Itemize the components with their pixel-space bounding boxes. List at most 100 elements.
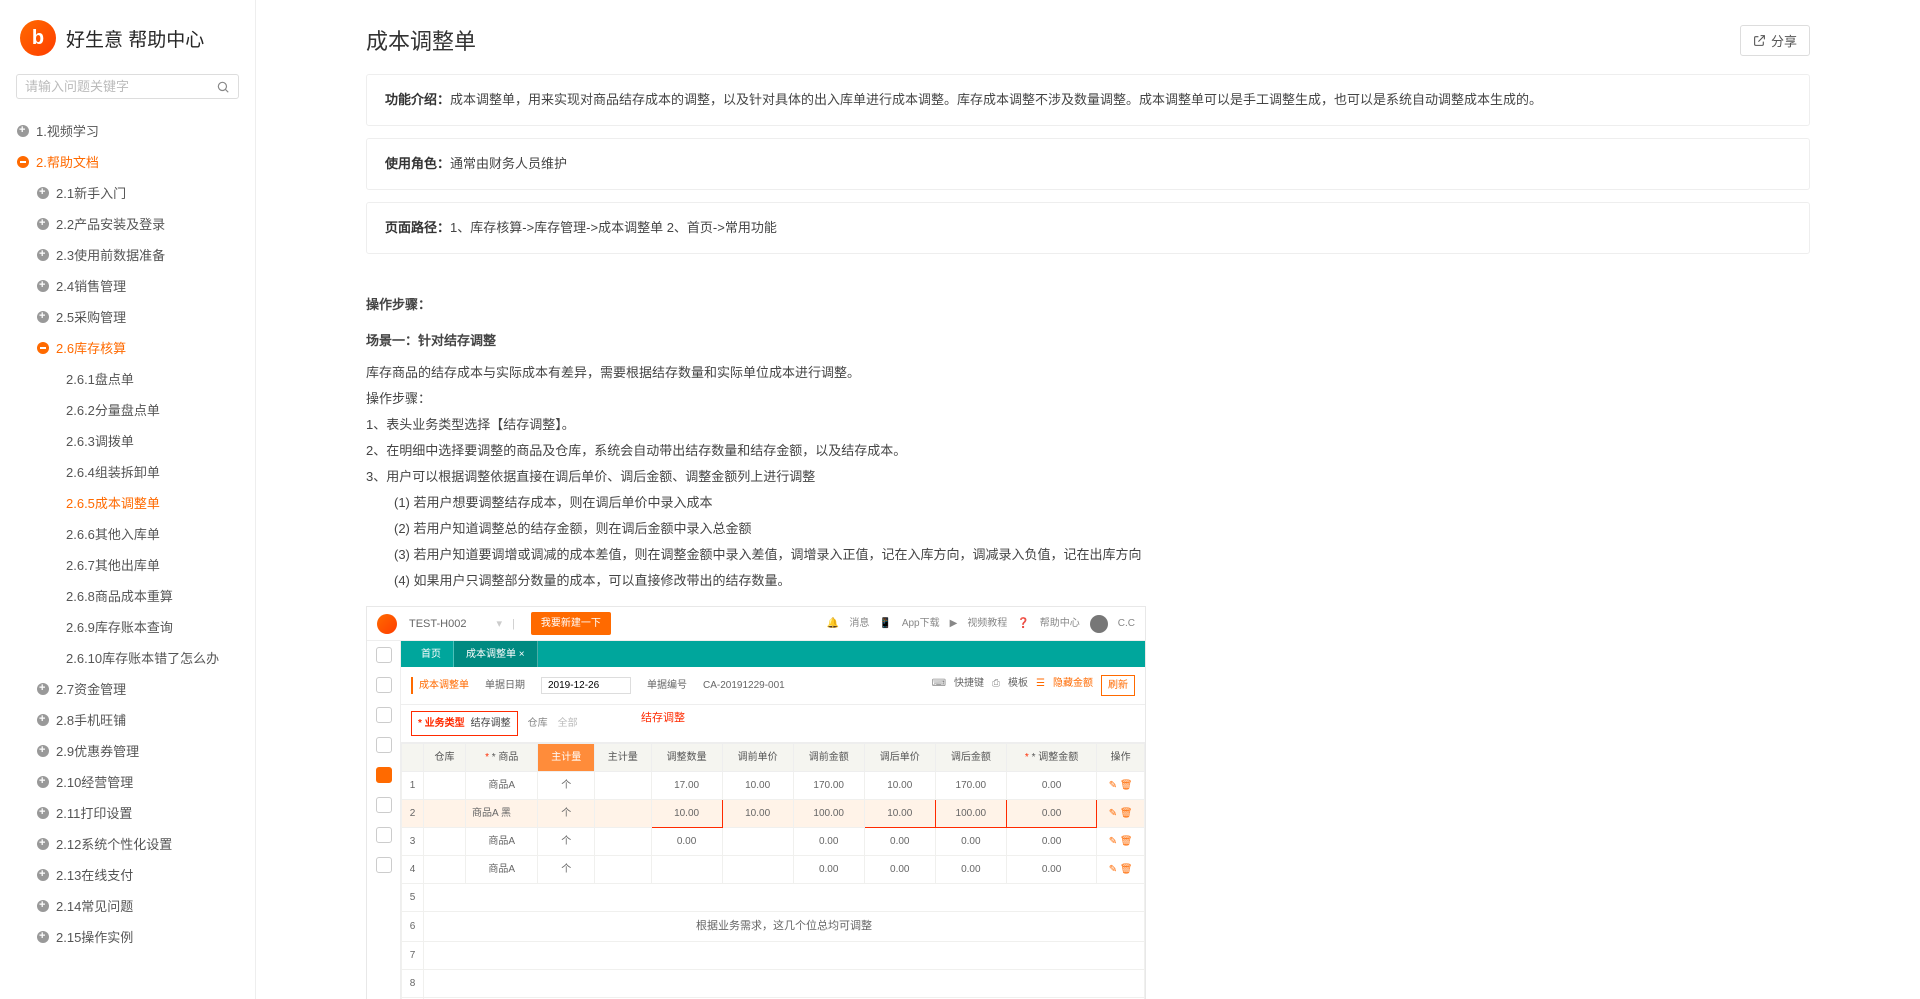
nav-item[interactable]: 2.1新手入门 (0, 177, 255, 208)
nav-label: 2.7资金管理 (56, 679, 126, 698)
plus-icon (36, 744, 50, 758)
nav-item[interactable]: 2.6.8商品成本重算 (0, 580, 255, 611)
ss-topbar: TEST-H002 ▾ | 我要新建一下 🔔消息 📱App下载 ▶视频教程 ❓帮… (367, 607, 1145, 641)
table-row: 8 (402, 970, 1145, 998)
nav-item[interactable]: 2.10经营管理 (0, 766, 255, 797)
plus-icon (36, 248, 50, 262)
nav-item[interactable]: 2.5采购管理 (0, 301, 255, 332)
intro-text: 成本调整单，用来实现对商品结存成本的调整，以及针对具体的出入库单进行成本调整。库… (450, 92, 1542, 107)
nav-item-active[interactable]: 2.6.5成本调整单 (0, 487, 255, 518)
nav-item[interactable]: 2.6.9库存账本查询 (0, 611, 255, 642)
ss-th: 调前金额 (793, 744, 864, 772)
search-box[interactable] (16, 74, 239, 99)
ss-tab: 首页 (409, 641, 454, 667)
ss-template: 模板 (1008, 675, 1028, 696)
nav-item[interactable]: 2.14常见问题 (0, 890, 255, 921)
nav-item[interactable]: 2.13在线支付 (0, 859, 255, 890)
nav-item[interactable]: 2.6.4组装拆卸单 (0, 456, 255, 487)
ss-menu-icon (376, 827, 392, 843)
ss-menu-icon (376, 707, 392, 723)
nav-item[interactable]: 2.7资金管理 (0, 673, 255, 704)
ss-hidemoney: 隐藏金额 (1053, 675, 1093, 696)
nav-tree: 1.视频学习 2.帮助文档 2.1新手入门 2.2产品安装及登录 2.3使用前数… (0, 115, 255, 952)
ss-wh-value: 全部 (558, 715, 578, 732)
role-label: 使用角色： (385, 156, 450, 171)
ss-tenant: TEST-H002 (409, 615, 466, 634)
nav-label: 2.2产品安装及登录 (56, 214, 165, 233)
ss-menu-icon (376, 647, 392, 663)
step-2: 2、在明细中选择要调整的商品及仓库，系统会自动带出结存数量和结存金额，以及结存成… (366, 438, 1810, 464)
nav-label: 2.5采购管理 (56, 307, 126, 326)
ss-biztype-value: 结存调整 (471, 715, 511, 732)
nav-item[interactable]: 2.6库存核算 (0, 332, 255, 363)
nav-item[interactable]: 2.帮助文档 (0, 146, 255, 177)
share-label: 分享 (1771, 31, 1797, 50)
minus-icon (36, 341, 50, 355)
nav-label: 2.14常见问题 (56, 896, 133, 915)
plus-icon (36, 186, 50, 200)
ss-menu-icon (376, 677, 392, 693)
path-box: 页面路径：1、库存核算->库存管理->成本调整单 2、首页->常用功能 (366, 202, 1810, 254)
nav-label: 2.4销售管理 (56, 276, 126, 295)
sidebar: b 好生意 帮助中心 1.视频学习 2.帮助文档 2.1新手入门 2.2产品安装… (0, 0, 256, 999)
search-input[interactable] (25, 79, 216, 94)
nav-item[interactable]: 2.3使用前数据准备 (0, 239, 255, 270)
step-1: 1、表头业务类型选择【结存调整】。 (366, 412, 1810, 438)
ss-help: 帮助中心 (1040, 615, 1080, 632)
steps-heading: 操作步骤： (366, 294, 1810, 316)
steps-box: 操作步骤： 场景一：针对结存调整 库存商品的结存成本与实际成本有差异，需要根据结… (366, 266, 1810, 999)
nav-item[interactable]: 2.6.1盘点单 (0, 363, 255, 394)
plus-icon (36, 217, 50, 231)
role-text: 通常由财务人员维护 (450, 156, 567, 171)
nav-label: 2.6库存核算 (56, 338, 126, 357)
nav-item[interactable]: 2.8手机旺铺 (0, 704, 255, 735)
scene1-desc: 库存商品的结存成本与实际成本有差异，需要根据结存数量和实际单位成本进行调整。 (366, 360, 1810, 386)
nav-item[interactable]: 2.6.10库存账本错了怎么办 (0, 642, 255, 673)
nav-item[interactable]: 2.6.2分量盘点单 (0, 394, 255, 425)
ss-crumb: 成本调整单 (411, 677, 469, 694)
table-row: 1商品A个 17.0010.00170.00 10.00170.000.00✎ … (402, 772, 1145, 800)
plus-icon (16, 124, 30, 138)
ss-biztype-label: * 业务类型 (418, 715, 465, 732)
ss-code-value: CA-20191229-001 (703, 677, 785, 694)
ss-menu-icon (376, 857, 392, 873)
nav-item[interactable]: 2.2产品安装及登录 (0, 208, 255, 239)
plus-icon (36, 806, 50, 820)
steps-sub: 操作步骤： (366, 386, 1810, 412)
logo-text: 好生意 帮助中心 (66, 25, 204, 52)
nav-label: 2.6.5成本调整单 (66, 493, 160, 512)
ss-leftbar (367, 641, 401, 999)
nav-item[interactable]: 2.11打印设置 (0, 797, 255, 828)
table-row: 7 (402, 942, 1145, 970)
ss-table: 仓库 * 商品 主计量 主计量 调整数量 调前单价 调前金额 调后单价 调后金额… (401, 743, 1145, 999)
ss-th: * 调整金额 (1006, 744, 1096, 772)
ss-th: 仓库 (424, 744, 466, 772)
step-3-3: (3) 若用户知道要调增或调减的成本差值，则在调整金额中录入差值，调增录入正值，… (366, 542, 1810, 568)
plus-icon (36, 279, 50, 293)
ss-menu-icon-active (376, 767, 392, 783)
nav-label: 2.6.10库存账本错了怎么办 (66, 648, 219, 667)
nav-label: 2.12系统个性化设置 (56, 834, 172, 853)
share-button[interactable]: 分享 (1740, 25, 1810, 56)
plus-icon (36, 775, 50, 789)
nav-item[interactable]: 1.视频学习 (0, 115, 255, 146)
nav-label: 1.视频学习 (36, 121, 99, 140)
nav-label: 2.6.9库存账本查询 (66, 617, 173, 636)
intro-label: 功能介绍： (385, 92, 450, 107)
ss-menu-icon (376, 737, 392, 753)
logo-icon: b (20, 20, 56, 56)
nav-item[interactable]: 2.15操作实例 (0, 921, 255, 952)
ss-tabs: 首页 成本调整单 × (401, 641, 1145, 667)
logo[interactable]: b 好生意 帮助中心 (0, 20, 255, 74)
nav-item[interactable]: 2.12系统个性化设置 (0, 828, 255, 859)
nav-item[interactable]: 2.9优惠券管理 (0, 735, 255, 766)
plus-icon (36, 310, 50, 324)
nav-item[interactable]: 2.6.7其他出库单 (0, 549, 255, 580)
ss-th: 调后单价 (864, 744, 935, 772)
nav-item[interactable]: 2.4销售管理 (0, 270, 255, 301)
embedded-screenshot: TEST-H002 ▾ | 我要新建一下 🔔消息 📱App下载 ▶视频教程 ❓帮… (366, 606, 1146, 999)
nav-item[interactable]: 2.6.6其他入库单 (0, 518, 255, 549)
ss-new-button: 我要新建一下 (531, 612, 611, 635)
ss-shortcut: 快捷键 (954, 675, 984, 696)
nav-item[interactable]: 2.6.3调拨单 (0, 425, 255, 456)
